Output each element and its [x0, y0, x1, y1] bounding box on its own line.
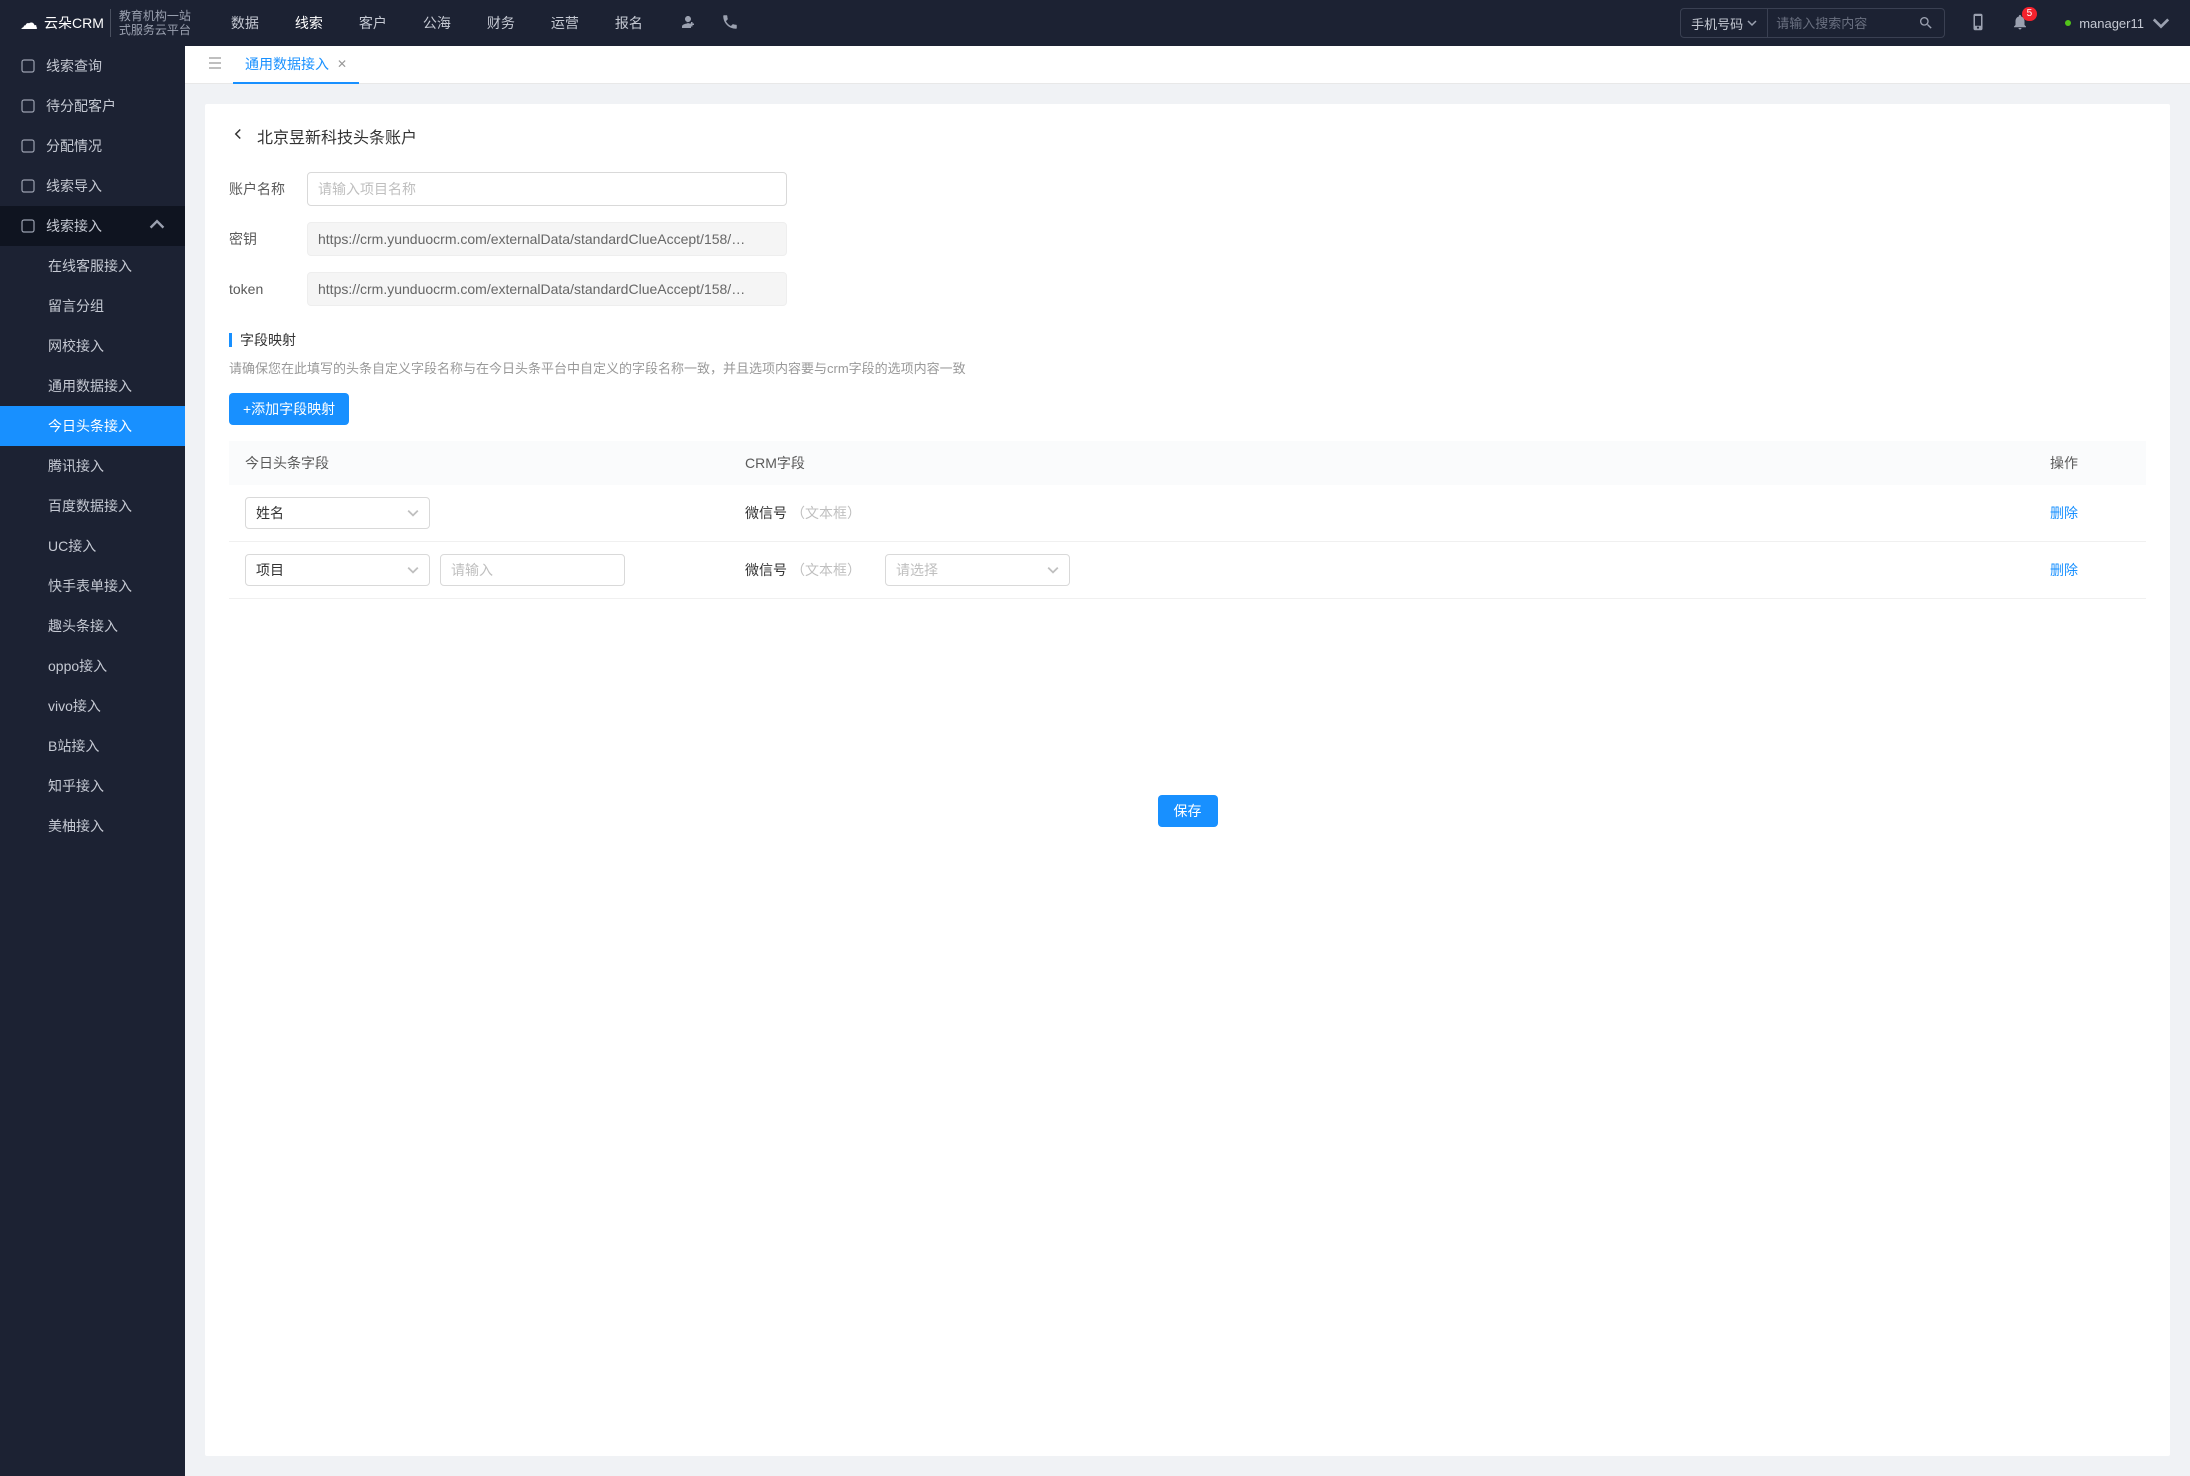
notification-badge: 5 [2022, 7, 2038, 21]
phone-icon[interactable] [721, 13, 739, 34]
chevron-down-icon [2152, 14, 2170, 32]
sidebar-sub-4-2[interactable]: 网校接入 [0, 326, 185, 366]
token-label: token [229, 281, 299, 297]
table-row: 项目 微信号（文本框） 请选择 删除 [229, 542, 2146, 599]
back-button[interactable] [229, 125, 247, 148]
sidebar: 线索查询待分配客户分配情况线索导入线索接入在线客服接入留言分组网校接入通用数据接… [0, 46, 185, 1476]
nav-item-0[interactable]: 数据 [231, 13, 259, 33]
search-group: 手机号码 [1680, 8, 1945, 38]
search-type-label: 手机号码 [1691, 14, 1743, 33]
secret-label: 密钥 [229, 229, 299, 249]
field-mapping-description: 请确保您在此填写的头条自定义字段名称与在今日头条平台中自定义的字段名称一致，并且… [229, 358, 2146, 377]
search-input[interactable] [1768, 16, 1908, 31]
sidebar-item-0[interactable]: 线索查询 [0, 46, 185, 86]
sidebar-sub-4-14[interactable]: 美柚接入 [0, 806, 185, 846]
nav-item-3[interactable]: 公海 [423, 13, 451, 33]
tab-general-data-access[interactable]: 通用数据接入 ✕ [233, 46, 359, 84]
column-header-toutiao-field: 今日头条字段 [245, 453, 745, 473]
secret-input[interactable] [307, 222, 787, 256]
sidebar-sub-4-13[interactable]: 知乎接入 [0, 766, 185, 806]
logo-tagline: 教育机构一站式服务云平台 [110, 9, 191, 38]
crm-field-select[interactable]: 请选择 [885, 554, 1070, 586]
logo-name: 云朵CRM [44, 13, 104, 33]
sidebar-sub-4-10[interactable]: oppo接入 [0, 646, 185, 686]
field-mapping-table: 今日头条字段 CRM字段 操作 姓名微信号（文本框）删除项目微信号（文本框）请选… [229, 441, 2146, 599]
table-row: 姓名 微信号（文本框） 删除 [229, 485, 2146, 542]
search-type-select[interactable]: 手机号码 [1681, 9, 1768, 37]
sidebar-sub-4-9[interactable]: 趣头条接入 [0, 606, 185, 646]
sidebar-sub-4-4[interactable]: 今日头条接入 [0, 406, 185, 446]
page-title: 北京昱新科技头条账户 [257, 124, 417, 148]
tab-label: 通用数据接入 [245, 54, 329, 74]
nav-item-5[interactable]: 运营 [551, 13, 579, 33]
nav-item-2[interactable]: 客户 [359, 13, 387, 33]
delete-row-button[interactable]: 删除 [2050, 505, 2078, 521]
nav-item-4[interactable]: 财务 [487, 13, 515, 33]
user-add-icon[interactable] [679, 13, 697, 34]
search-button[interactable] [1908, 15, 1944, 31]
nav-item-6[interactable]: 报名 [615, 13, 643, 33]
sidebar-sub-4-1[interactable]: 留言分组 [0, 286, 185, 326]
sidebar-sub-4-12[interactable]: B站接入 [0, 726, 185, 766]
user-menu[interactable]: manager11 [2065, 14, 2170, 32]
mobile-icon[interactable] [1969, 13, 1987, 34]
status-dot [2065, 20, 2071, 26]
account-name-input[interactable] [307, 172, 787, 206]
toutiao-field-extra-input[interactable] [440, 554, 625, 586]
sidebar-item-4[interactable]: 线索接入 [0, 206, 185, 246]
delete-row-button[interactable]: 删除 [2050, 562, 2078, 578]
add-field-mapping-button[interactable]: +添加字段映射 [229, 393, 349, 425]
sidebar-collapse-button[interactable] [197, 55, 233, 74]
tab-bar: 通用数据接入 ✕ [185, 46, 2190, 84]
token-input[interactable] [307, 272, 787, 306]
sidebar-item-2[interactable]: 分配情况 [0, 126, 185, 166]
sidebar-sub-4-3[interactable]: 通用数据接入 [0, 366, 185, 406]
sidebar-sub-4-0[interactable]: 在线客服接入 [0, 246, 185, 286]
sidebar-sub-4-11[interactable]: vivo接入 [0, 686, 185, 726]
toutiao-field-select[interactable]: 项目 [245, 554, 430, 586]
sidebar-sub-4-6[interactable]: 百度数据接入 [0, 486, 185, 526]
crm-field-type: （文本框） [791, 503, 861, 523]
sidebar-sub-4-5[interactable]: 腾讯接入 [0, 446, 185, 486]
user-name: manager11 [2079, 16, 2144, 31]
sidebar-sub-4-8[interactable]: 快手表单接入 [0, 566, 185, 606]
field-mapping-title: 字段映射 [240, 330, 296, 350]
crm-field-name: 微信号 [745, 503, 787, 523]
account-name-label: 账户名称 [229, 179, 299, 199]
menu-collapse-icon [207, 55, 223, 71]
page-header: 北京昱新科技头条账户 [229, 124, 2146, 148]
notification-bell[interactable]: 5 [2011, 13, 2029, 34]
crm-field-name: 微信号 [745, 560, 787, 580]
sidebar-sub-4-7[interactable]: UC接入 [0, 526, 185, 566]
column-header-action: 操作 [2050, 453, 2130, 473]
section-accent-bar [229, 333, 232, 347]
sidebar-item-3[interactable]: 线索导入 [0, 166, 185, 206]
sidebar-item-1[interactable]: 待分配客户 [0, 86, 185, 126]
crm-field-type: （文本框） [791, 560, 861, 580]
main-nav: 数据 线索 客户 公海 财务 运营 报名 [231, 13, 643, 33]
column-header-crm-field: CRM字段 [745, 453, 2050, 473]
nav-item-1[interactable]: 线索 [295, 13, 323, 33]
chevron-down-icon [1747, 18, 1757, 28]
save-button[interactable]: 保存 [1158, 795, 1218, 827]
logo-icon: ☁ [20, 13, 38, 34]
logo[interactable]: ☁ 云朵CRM 教育机构一站式服务云平台 [20, 9, 191, 38]
tab-close-button[interactable]: ✕ [337, 57, 347, 71]
toutiao-field-select[interactable]: 姓名 [245, 497, 430, 529]
